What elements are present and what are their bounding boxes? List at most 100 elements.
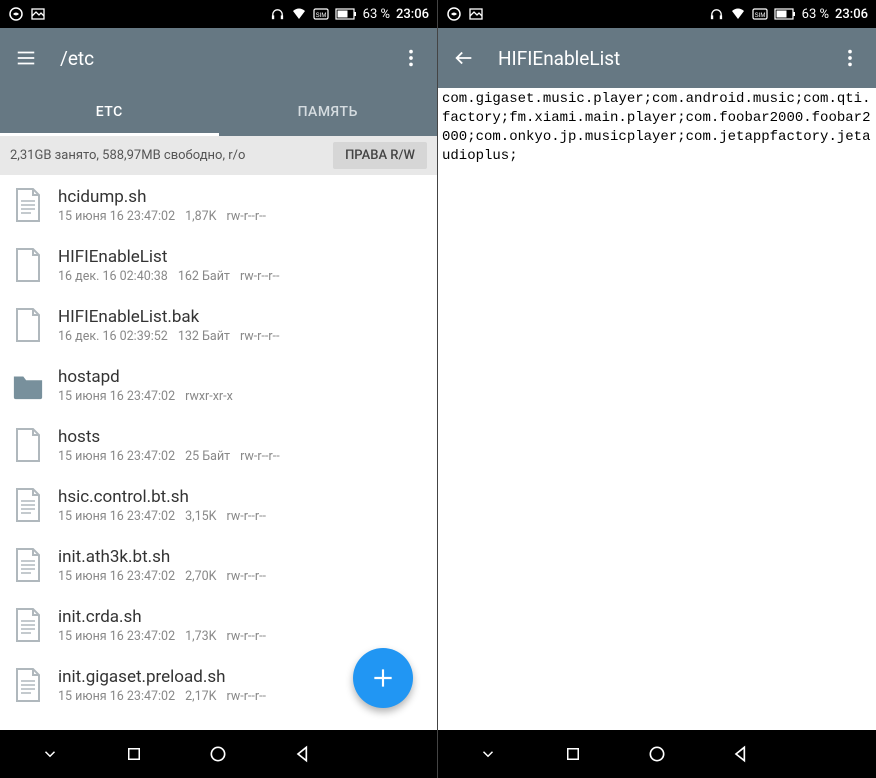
image-icon xyxy=(30,6,46,22)
file-row[interactable]: init.ath3k.bt.sh15 июня 16 23:47:022,70K… xyxy=(0,535,437,595)
more-button[interactable] xyxy=(397,47,425,69)
file-meta: 16 дек. 16 02:39:52132 Байтrw-r--r-- xyxy=(58,329,425,344)
app-bar: /etc xyxy=(0,28,437,88)
menu-button[interactable] xyxy=(12,47,40,69)
file-meta: 15 июня 16 23:47:02 1,87K rw-r--r-- xyxy=(58,209,425,224)
file-name: hostapd xyxy=(58,367,425,387)
file-meta: 15 июня 16 23:47:02 3,15K rw-r--r-- xyxy=(58,509,425,524)
nav-expand[interactable] xyxy=(20,745,80,763)
file-name: HIFIEnableList.bak xyxy=(58,307,425,327)
more-button[interactable] xyxy=(836,47,864,69)
nav-home[interactable] xyxy=(627,744,687,764)
status-bar: SIM 63 % 23:06 xyxy=(438,0,876,28)
file-size: 3,15K xyxy=(185,509,216,524)
nav-recent[interactable] xyxy=(543,745,603,763)
file-meta: 16 дек. 16 02:40:38162 Байтrw-r--r-- xyxy=(58,269,425,284)
file-date: 16 дек. 16 02:39:52 xyxy=(58,329,168,344)
file-row[interactable]: hostapd 15 июня 16 23:47:02 rwxr-xr-x xyxy=(0,355,437,415)
tab-label: ETC xyxy=(96,104,123,120)
file-size: 162 Байт xyxy=(178,269,230,284)
text-file-icon xyxy=(12,485,44,525)
tabs: ETC ПАМЯТЬ xyxy=(0,88,437,136)
file-date: 15 июня 16 23:47:02 xyxy=(58,569,175,584)
text-file-icon xyxy=(12,185,44,225)
file-icon xyxy=(12,425,44,465)
file-date: 15 июня 16 23:47:02 xyxy=(58,389,175,404)
back-button[interactable] xyxy=(450,47,478,69)
file-date: 15 июня 16 23:47:02 xyxy=(58,509,175,524)
file-date: 15 июня 16 23:47:02 xyxy=(58,629,175,644)
time-text: 23:06 xyxy=(396,7,429,22)
file-name: HIFIEnableList xyxy=(58,247,425,267)
file-perm: rw-r--r-- xyxy=(227,509,266,524)
nav-back[interactable] xyxy=(711,744,771,764)
sim-icon: SIM xyxy=(752,8,768,20)
headphones-icon xyxy=(270,7,285,22)
text-file-icon xyxy=(12,665,44,705)
file-row[interactable]: hcidump.sh 15 июня 16 23:47:02 1,87K rw-r--… xyxy=(0,175,437,235)
file-meta: 15 июня 16 23:47:02 2,70K rw-r--r-- xyxy=(58,569,425,584)
nav-expand[interactable] xyxy=(458,745,518,763)
svg-text:SIM: SIM xyxy=(754,13,765,19)
file-perm: rwxr-xr-x xyxy=(185,389,233,404)
file-perm: rw-r--r-- xyxy=(227,689,266,704)
image-icon xyxy=(468,6,484,22)
file-date: 16 дек. 16 02:40:38 xyxy=(58,269,168,284)
tab-etc[interactable]: ETC xyxy=(0,88,219,136)
nav-back[interactable] xyxy=(273,744,333,764)
fab-add[interactable] xyxy=(353,648,413,708)
file-perm: rw-r--r-- xyxy=(227,569,266,584)
rw-button[interactable]: ПРАВА R/W xyxy=(333,142,427,169)
file-info: hosts 15 июня 16 23:47:0225 Байтrw-r--r-- xyxy=(58,427,425,464)
file-date: 15 июня 16 23:47:02 xyxy=(58,689,175,704)
tab-memory[interactable]: ПАМЯТЬ xyxy=(219,88,438,136)
battery-icon xyxy=(335,8,357,20)
file-list[interactable]: hcidump.sh 15 июня 16 23:47:02 1,87K rw-r--… xyxy=(0,175,437,730)
text-file-icon xyxy=(12,605,44,645)
app-bar: HIFIEnableList xyxy=(438,28,876,88)
file-size: 2,70K xyxy=(185,569,216,584)
file-row[interactable]: HIFIEnableList 16 дек. 16 02:40:38 162 Бай… xyxy=(0,235,437,295)
file-meta: 15 июня 16 23:47:021,73Krw-r--r-- xyxy=(58,629,425,644)
file-row[interactable]: HIFIEnableList.bak 16 дек. 16 02:39:52 132… xyxy=(0,295,437,355)
file-date: 15 июня 16 23:47:02 xyxy=(58,209,175,224)
file-info: init.ath3k.bt.sh15 июня 16 23:47:022,70K… xyxy=(58,547,425,584)
file-meta: 15 июня 16 23:47:0225 Байтrw-r--r-- xyxy=(58,449,425,464)
file-name: hosts xyxy=(58,427,425,447)
file-content[interactable]: com.gigaset.music.player;com.android.mus… xyxy=(438,88,876,730)
status-bar: SIM 63 % 23:06 xyxy=(0,0,437,28)
folder-icon xyxy=(12,365,44,405)
file-info: hcidump.sh 15 июня 16 23:47:02 1,87K rw-r--… xyxy=(58,187,425,224)
file-name: init.crda.sh xyxy=(58,607,425,627)
file-info: HIFIEnableList.bak 16 дек. 16 02:39:52 132… xyxy=(58,307,425,344)
file-icon xyxy=(12,305,44,345)
file-info: HIFIEnableList 16 дек. 16 02:40:38 162 Бай… xyxy=(58,247,425,284)
file-name: hsic.control.bt.sh xyxy=(58,487,425,507)
headphones-icon xyxy=(709,7,724,22)
file-size: 1,87K xyxy=(185,209,216,224)
sim-icon: SIM xyxy=(313,8,329,20)
file-date: 15 июня 16 23:47:02 xyxy=(58,449,175,464)
file-name: hcidump.sh xyxy=(58,187,425,207)
file-info: init.crda.sh 15 июня 16 23:47:021,73Krw-r… xyxy=(58,607,425,644)
tab-label: ПАМЯТЬ xyxy=(298,104,358,120)
file-row[interactable]: hsic.control.bt.sh 15 июня 16 23:47:02 3,1… xyxy=(0,475,437,535)
file-perm: rw-r--r-- xyxy=(227,629,266,644)
battery-text: 63 % xyxy=(802,7,829,22)
nav-home[interactable] xyxy=(188,744,248,764)
file-size: 132 Байт xyxy=(178,329,230,344)
file-perm: rw-r--r-- xyxy=(227,209,266,224)
file-icon xyxy=(12,245,44,285)
appbar-title: HIFIEnableList xyxy=(498,47,836,70)
file-info: hsic.control.bt.sh 15 июня 16 23:47:02 3,1… xyxy=(58,487,425,524)
file-size: 2,17K xyxy=(185,689,216,704)
info-bar: 2,31GB занято, 588,97MB свободно, r/o ПР… xyxy=(0,136,437,175)
svg-text:SIM: SIM xyxy=(315,13,326,19)
file-perm: rw-r--r-- xyxy=(240,449,279,464)
battery-icon xyxy=(774,8,796,20)
appbar-title: /etc xyxy=(60,47,397,70)
app-icon-1 xyxy=(446,6,462,22)
file-row[interactable]: init.crda.sh 15 июня 16 23:47:021,73Krw-r… xyxy=(0,595,437,655)
nav-recent[interactable] xyxy=(104,745,164,763)
file-row[interactable]: hosts 15 июня 16 23:47:0225 Байтrw-r--r-- xyxy=(0,415,437,475)
